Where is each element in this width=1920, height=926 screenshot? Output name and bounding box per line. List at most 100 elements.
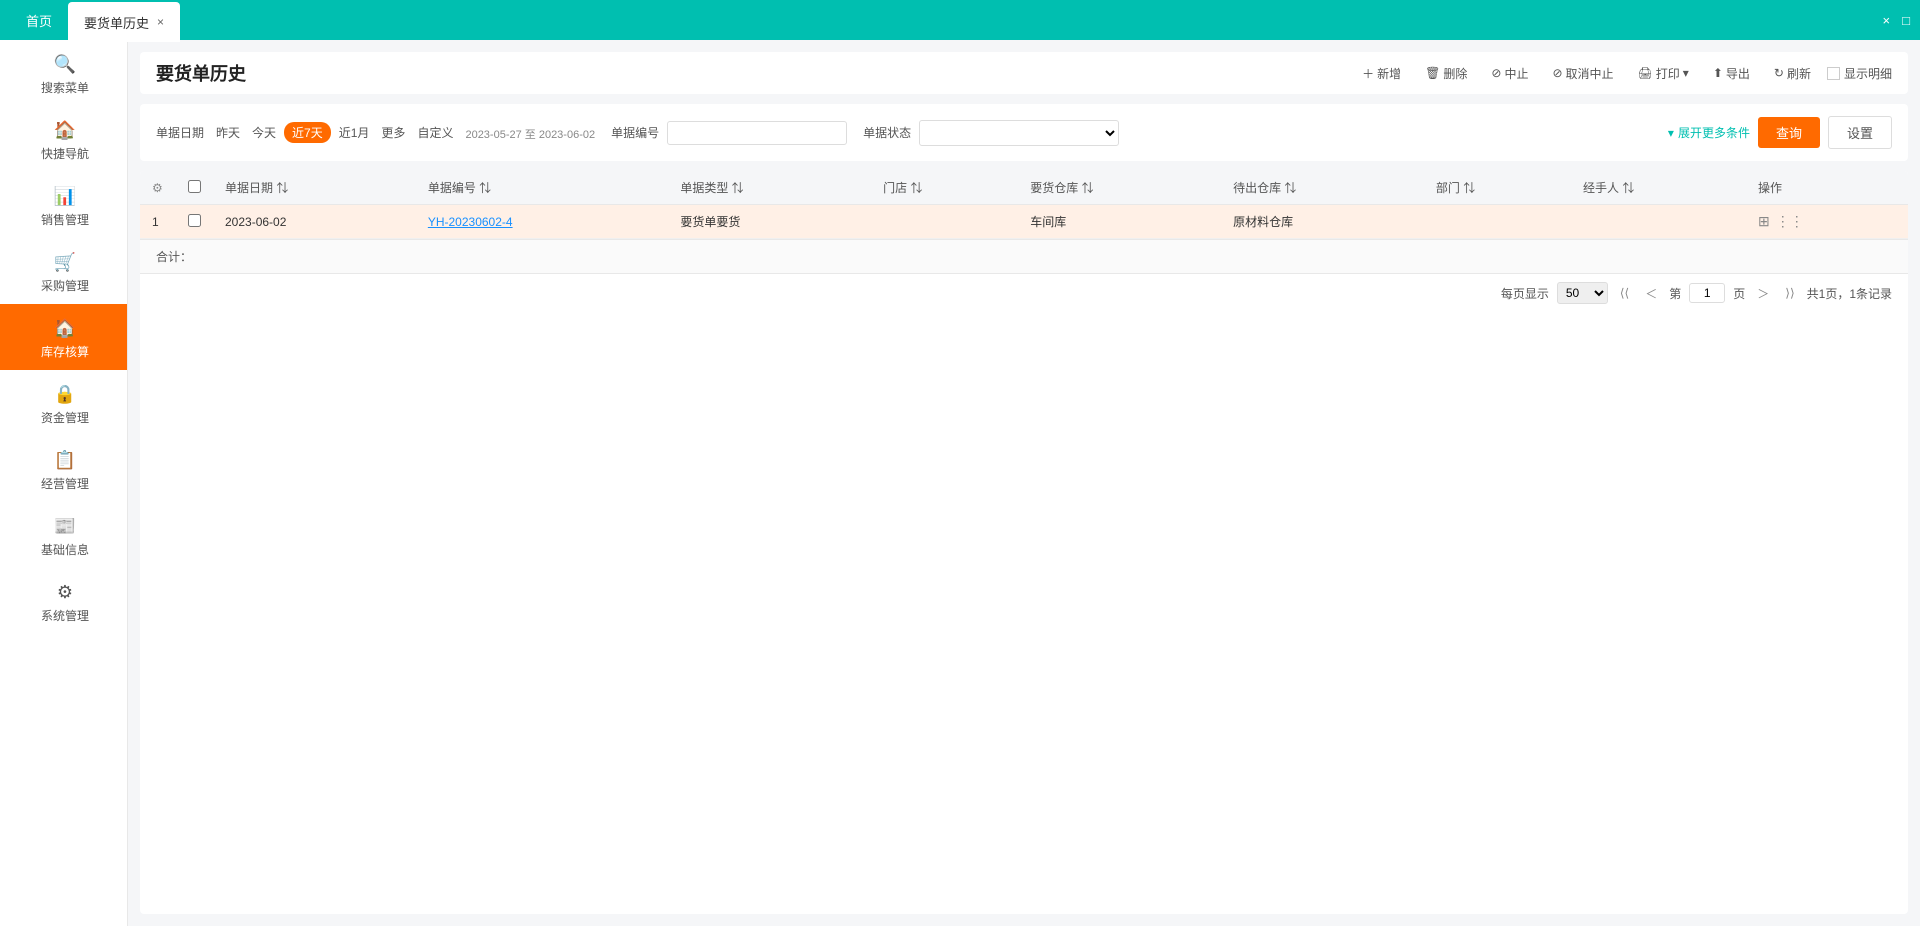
doc-no-link[interactable]: YH-20230602-4 xyxy=(428,215,513,229)
sort-date[interactable]: 单据日期 ⇅ xyxy=(225,179,288,196)
select-all-checkbox[interactable] xyxy=(188,180,201,193)
page-label: 第 xyxy=(1669,285,1681,302)
sort-doc-no[interactable]: 单据编号 ⇅ xyxy=(428,179,491,196)
top-right-actions: × □ xyxy=(1883,13,1910,28)
sidebar-item-shortcuts[interactable]: 🏠 快捷导航 xyxy=(0,106,127,172)
refresh-icon: ↻ xyxy=(1774,66,1784,80)
cell-doc-no[interactable]: YH-20230602-4 xyxy=(416,205,669,239)
date-btn-1month[interactable]: 近1月 xyxy=(335,122,374,143)
next-page-btn[interactable]: ＞ xyxy=(1753,283,1773,304)
sort-handler[interactable]: 经手人 ⇅ xyxy=(1583,179,1634,196)
header-actions: ＋ 新增 🗑 删除 ⊘ 中止 ⊘ 取消中止 🖨 打印 xyxy=(1354,61,1892,86)
lock-icon: 🔒 xyxy=(54,384,76,405)
th-doc-no: 单据编号 ⇅ xyxy=(416,171,669,205)
sort-pending-warehouse[interactable]: 待出仓库 ⇅ xyxy=(1233,179,1296,196)
print-dropdown-icon: ▾ xyxy=(1683,66,1689,80)
cell-department xyxy=(1424,205,1571,239)
sort-store[interactable]: 门店 ⇅ xyxy=(883,179,922,196)
page-header: 要货单历史 ＋ 新增 🗑 删除 ⊘ 中止 ⊘ 取消中止 xyxy=(140,52,1908,94)
doc-no-filter-group: 单据编号 xyxy=(611,121,847,145)
tab-history-label: 要货单历史 xyxy=(84,13,149,32)
stop-button[interactable]: ⊘ 中止 xyxy=(1483,61,1536,86)
detail-checkbox[interactable] xyxy=(1827,67,1840,80)
refresh-button[interactable]: ↻ 刷新 xyxy=(1766,61,1819,86)
page-number-input[interactable] xyxy=(1689,283,1725,303)
delete-label: 删除 xyxy=(1443,65,1467,82)
date-btn-custom[interactable]: 自定义 xyxy=(413,122,457,143)
cancel-stop-button[interactable]: ⊘ 取消中止 xyxy=(1544,61,1621,86)
prev-page-btn[interactable]: ＜ xyxy=(1641,283,1661,304)
page-title: 要货单历史 xyxy=(156,60,246,86)
sidebar-item-purchase-label: 采购管理 xyxy=(41,277,89,294)
print-button[interactable]: 🖨 打印 ▾ xyxy=(1630,61,1697,86)
cell-checkbox[interactable] xyxy=(176,205,213,239)
tab-home[interactable]: 首页 xyxy=(10,0,68,40)
display-detail-toggle[interactable]: 显示明细 xyxy=(1827,65,1892,82)
cell-handler xyxy=(1571,205,1746,239)
delete-button[interactable]: 🗑 删除 xyxy=(1417,61,1475,86)
window-close-btn[interactable]: × xyxy=(1883,13,1891,28)
date-btn-more[interactable]: 更多 xyxy=(377,122,409,143)
data-table: ⚙ 单据日期 ⇅ 单据编号 ⇅ 单据类型 ⇅ xyxy=(140,171,1908,239)
filter-row: 单据日期 昨天 今天 近7天 近1月 更多 自定义 2023-05-27 至 2… xyxy=(156,116,1892,149)
date-btn-today[interactable]: 今天 xyxy=(248,122,280,143)
date-filter-group: 单据日期 昨天 今天 近7天 近1月 更多 自定义 2023-05-27 至 2… xyxy=(156,122,595,143)
sort-req-warehouse[interactable]: 要货仓库 ⇅ xyxy=(1030,179,1093,196)
th-checkbox[interactable] xyxy=(176,171,213,205)
sidebar-item-sales[interactable]: 📊 销售管理 xyxy=(0,172,127,238)
print-icon: 🖨 xyxy=(1638,66,1653,80)
sidebar-item-finance[interactable]: 🔒 资金管理 xyxy=(0,370,127,436)
view-action-btn[interactable]: ⊞ xyxy=(1758,213,1770,230)
sidebar-item-inventory-label: 库存核算 xyxy=(41,343,89,360)
summary-label: 合计： xyxy=(156,250,192,264)
query-button[interactable]: 查询 xyxy=(1758,117,1820,148)
last-page-btn[interactable]: ⟩⟩ xyxy=(1781,284,1798,302)
sidebar-item-basic[interactable]: 📰 基础信息 xyxy=(0,502,127,568)
cancel-stop-icon: ⊘ xyxy=(1552,66,1562,80)
tab-close-icon[interactable]: × xyxy=(157,15,164,29)
gear-icon: ⚙ xyxy=(57,582,73,603)
search-icon: 🔍 xyxy=(54,54,76,75)
cell-actions: ⊞ ⋮⋮ xyxy=(1746,205,1908,239)
th-actions: 操作 xyxy=(1746,171,1908,205)
expand-conditions-btn[interactable]: ▾ 展开更多条件 xyxy=(1668,124,1750,141)
first-page-btn[interactable]: ⟨⟨ xyxy=(1616,284,1633,302)
filter-area: 单据日期 昨天 今天 近7天 近1月 更多 自定义 2023-05-27 至 2… xyxy=(140,104,1908,161)
date-btn-7days[interactable]: 近7天 xyxy=(284,122,331,143)
page-suffix: 页 xyxy=(1733,285,1745,302)
home-icon: 🏠 xyxy=(54,120,76,141)
sidebar-item-inventory[interactable]: 🏠 库存核算 xyxy=(0,304,127,370)
more-action-btn[interactable]: ⋮⋮ xyxy=(1776,213,1804,230)
display-detail-label: 显示明细 xyxy=(1844,65,1892,82)
cancel-stop-label: 取消中止 xyxy=(1566,65,1614,82)
th-settings[interactable]: ⚙ xyxy=(140,171,176,205)
date-btn-yesterday[interactable]: 昨天 xyxy=(212,122,244,143)
sort-department[interactable]: 部门 ⇅ xyxy=(1436,179,1475,196)
sidebar-item-system[interactable]: ⚙ 系统管理 xyxy=(0,568,127,634)
doc-no-input[interactable] xyxy=(667,121,847,145)
sidebar-item-purchase[interactable]: 🛒 采购管理 xyxy=(0,238,127,304)
sidebar-item-search-label: 搜索菜单 xyxy=(41,79,89,96)
sort-doc-type[interactable]: 单据类型 ⇅ xyxy=(680,179,743,196)
cell-num: 1 xyxy=(140,205,176,239)
pagination-bar: 每页显示 10 20 50 100 ⟨⟨ ＜ 第 页 ＞ ⟩⟩ 共1页，1条记录 xyxy=(140,273,1908,312)
sidebar-item-search[interactable]: 🔍 搜索菜单 xyxy=(0,40,127,106)
window-restore-btn[interactable]: □ xyxy=(1902,13,1910,28)
clipboard-icon: 📋 xyxy=(54,450,76,471)
top-bar: 首页 要货单历史 × × □ xyxy=(0,0,1920,40)
date-range-display: 2023-05-27 至 2023-06-02 xyxy=(465,126,595,142)
export-icon: ⬆ xyxy=(1713,66,1723,80)
settings-button[interactable]: 设置 xyxy=(1828,116,1892,149)
main-layout: 🔍 搜索菜单 🏠 快捷导航 📊 销售管理 🛒 采购管理 🏠 库存核算 🔒 资金管… xyxy=(0,40,1920,926)
page-size-select[interactable]: 10 20 50 100 xyxy=(1557,282,1608,304)
column-settings-icon[interactable]: ⚙ xyxy=(152,181,163,195)
th-handler: 经手人 ⇅ xyxy=(1571,171,1746,205)
tab-history[interactable]: 要货单历史 × xyxy=(68,2,180,42)
export-button[interactable]: ⬆ 导出 xyxy=(1705,61,1758,86)
stop-icon: ⊘ xyxy=(1491,66,1501,80)
sidebar-item-operations[interactable]: 📋 经营管理 xyxy=(0,436,127,502)
add-button[interactable]: ＋ 新增 xyxy=(1354,61,1409,86)
export-label: 导出 xyxy=(1726,65,1750,82)
cell-store xyxy=(871,205,1018,239)
status-select[interactable] xyxy=(919,120,1119,146)
